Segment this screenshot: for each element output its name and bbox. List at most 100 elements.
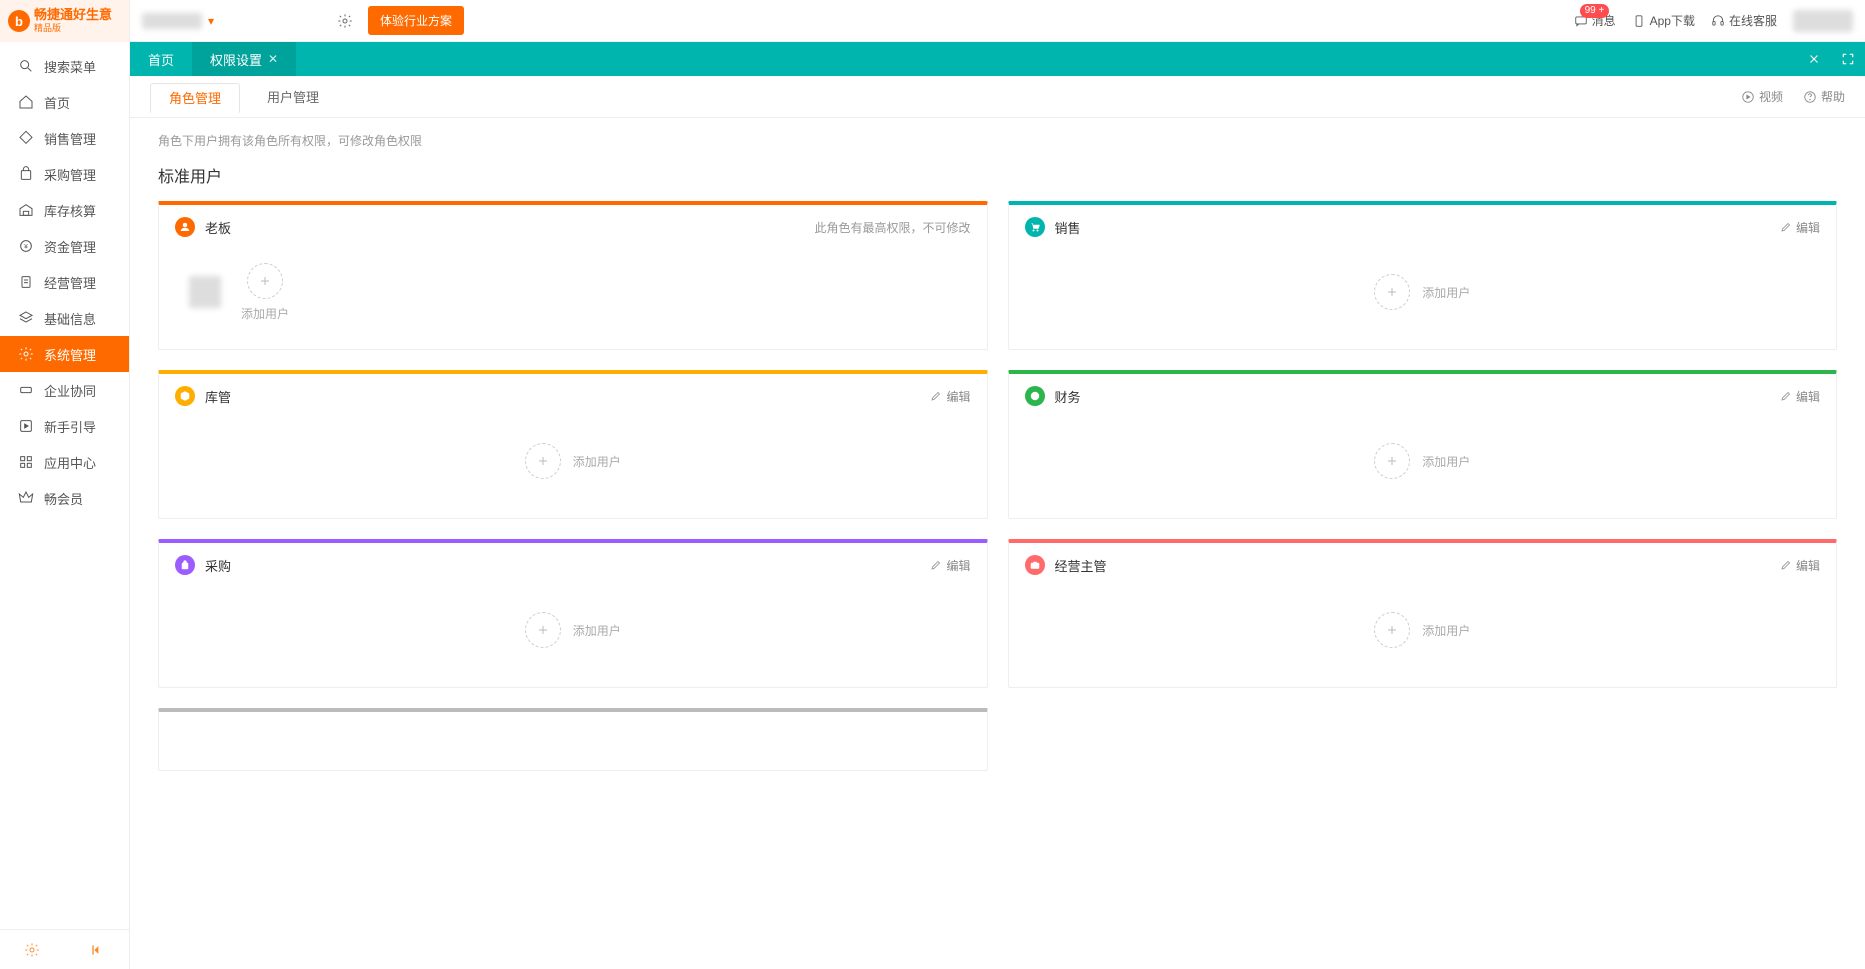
plus-icon xyxy=(525,612,561,648)
pencil-icon xyxy=(1780,559,1792,571)
company-name-redacted xyxy=(142,13,202,29)
section-title: 标准用户 xyxy=(158,163,1837,187)
add-user-label: 添加用户 xyxy=(573,622,621,639)
cart-icon xyxy=(1025,217,1045,237)
person-icon xyxy=(175,217,195,237)
bag-icon xyxy=(175,555,195,575)
tag-icon xyxy=(18,130,34,146)
sidebar-item-vip[interactable]: 畅会员 xyxy=(0,480,129,516)
add-user-button[interactable]: 添加用户 xyxy=(525,443,621,479)
company-select[interactable]: ▾ xyxy=(142,13,322,29)
sidebar-item-appstore[interactable]: 应用中心 xyxy=(0,444,129,480)
tabstrip-close-button[interactable] xyxy=(1797,42,1831,76)
money-icon: ¥ xyxy=(1025,386,1045,406)
sidebar-item-label: 基础信息 xyxy=(44,309,96,328)
header-download-label: App下载 xyxy=(1650,12,1695,29)
sidebar-item-label: 采购管理 xyxy=(44,165,96,184)
page-tab-user[interactable]: 用户管理 xyxy=(248,82,338,112)
pencil-icon xyxy=(930,390,942,402)
page-content: 角色管理 用户管理 视频 帮助 角色下用户拥有该角色所有权限，可修改角色权限 标… xyxy=(130,76,1865,969)
add-user-slot[interactable]: 添加用户 xyxy=(235,263,295,322)
role-card-sales: 销售 编辑 添加用户 xyxy=(1008,201,1838,350)
sidebar-item-stock[interactable]: 库存核算 xyxy=(0,192,129,228)
chevron-down-icon: ▾ xyxy=(208,14,214,28)
sidebar-item-sales[interactable]: 销售管理 xyxy=(0,120,129,156)
add-user-button[interactable]: 添加用户 xyxy=(1374,274,1470,310)
edit-button[interactable]: 编辑 xyxy=(930,388,970,405)
sidebar-item-search[interactable]: 搜索菜单 xyxy=(0,48,129,84)
message-badge: 99 + xyxy=(1580,4,1610,18)
tab-home[interactable]: 首页 xyxy=(130,42,192,76)
logo-icon: b xyxy=(8,10,30,32)
play-icon xyxy=(18,418,34,434)
edit-button[interactable]: 编辑 xyxy=(1780,219,1820,236)
role-card-stock: 库管 编辑 添加用户 xyxy=(158,370,988,519)
pencil-icon xyxy=(930,559,942,571)
page-tab-role[interactable]: 角色管理 xyxy=(150,83,240,113)
video-icon xyxy=(1741,90,1755,104)
sidebar-item-home[interactable]: 首页 xyxy=(0,84,129,120)
sidebar-item-guide[interactable]: 新手引导 xyxy=(0,408,129,444)
add-user-button[interactable]: 添加用户 xyxy=(1374,443,1470,479)
pencil-icon xyxy=(1780,390,1792,402)
add-user-label: 添加用户 xyxy=(241,305,289,322)
edit-button[interactable]: 编辑 xyxy=(1780,388,1820,405)
sidebar-item-ops[interactable]: 经营管理 xyxy=(0,264,129,300)
logo-subtitle: 精品版 xyxy=(34,21,112,34)
tabstrip-fullscreen-button[interactable] xyxy=(1831,42,1865,76)
close-icon[interactable]: ✕ xyxy=(268,52,278,66)
sidebar-item-fund[interactable]: ¥ 资金管理 xyxy=(0,228,129,264)
tab-permission-label: 权限设置 xyxy=(210,50,262,69)
sidebar-item-label: 搜索菜单 xyxy=(44,57,96,76)
add-user-label: 添加用户 xyxy=(573,453,621,470)
tab-permission[interactable]: 权限设置 ✕ xyxy=(192,42,296,76)
add-user-button[interactable]: 添加用户 xyxy=(1374,612,1470,648)
phone-icon xyxy=(1632,14,1646,28)
warehouse-icon xyxy=(18,202,34,218)
collapse-icon[interactable] xyxy=(89,942,105,958)
header-download[interactable]: App下载 xyxy=(1632,12,1695,29)
logo[interactable]: b 畅捷通好生意 精品版 xyxy=(0,0,129,42)
link-icon xyxy=(18,382,34,398)
header-service-label: 在线客服 xyxy=(1729,12,1777,29)
user-slot[interactable] xyxy=(175,276,235,308)
role-card-purchase: 采购 编辑 添加用户 xyxy=(158,539,988,688)
bag-icon xyxy=(18,166,34,182)
video-link[interactable]: 视频 xyxy=(1741,88,1783,105)
hint-text: 角色下用户拥有该角色所有权限，可修改角色权限 xyxy=(158,132,1837,149)
header-settings-button[interactable] xyxy=(334,10,356,32)
user-avatar-redacted[interactable] xyxy=(1793,10,1853,32)
role-name: 采购 xyxy=(205,556,231,575)
sidebar-item-label: 资金管理 xyxy=(44,237,96,256)
plus-icon xyxy=(525,443,561,479)
header-service[interactable]: 在线客服 xyxy=(1711,12,1777,29)
header-messages[interactable]: 99 + 消息 xyxy=(1574,12,1616,29)
sidebar-item-purchase[interactable]: 采购管理 xyxy=(0,156,129,192)
add-user-button[interactable]: 添加用户 xyxy=(525,612,621,648)
coin-icon: ¥ xyxy=(18,238,34,254)
role-card-finance: ¥ 财务 编辑 添加用户 xyxy=(1008,370,1838,519)
role-name: 经营主管 xyxy=(1055,556,1107,575)
role-card-boss: 老板 此角色有最高权限，不可修改 添加用户 xyxy=(158,201,988,350)
edit-button[interactable]: 编辑 xyxy=(1780,557,1820,574)
headset-icon xyxy=(1711,14,1725,28)
sidebar-item-base[interactable]: 基础信息 xyxy=(0,300,129,336)
add-user-label: 添加用户 xyxy=(1422,453,1470,470)
tab-home-label: 首页 xyxy=(148,50,174,69)
sidebar-item-system[interactable]: 系统管理 xyxy=(0,336,129,372)
vip-icon xyxy=(18,490,34,506)
sidebar-item-collab[interactable]: 企业协同 xyxy=(0,372,129,408)
plus-icon xyxy=(247,263,283,299)
role-name: 老板 xyxy=(205,218,231,237)
edit-button[interactable]: 编辑 xyxy=(930,557,970,574)
add-user-label: 添加用户 xyxy=(1422,284,1470,301)
briefcase-icon xyxy=(1025,555,1045,575)
role-name: 财务 xyxy=(1055,387,1081,406)
settings-icon[interactable] xyxy=(24,942,40,958)
sidebar: b 畅捷通好生意 精品版 搜索菜单 首页 销售管理 采购管理 xyxy=(0,0,130,969)
page-tabs: 角色管理 用户管理 视频 帮助 xyxy=(130,76,1865,118)
tabstrip: 首页 权限设置 ✕ xyxy=(130,42,1865,76)
help-link[interactable]: 帮助 xyxy=(1803,88,1845,105)
box-icon xyxy=(175,386,195,406)
cta-button[interactable]: 体验行业方案 xyxy=(368,6,464,35)
